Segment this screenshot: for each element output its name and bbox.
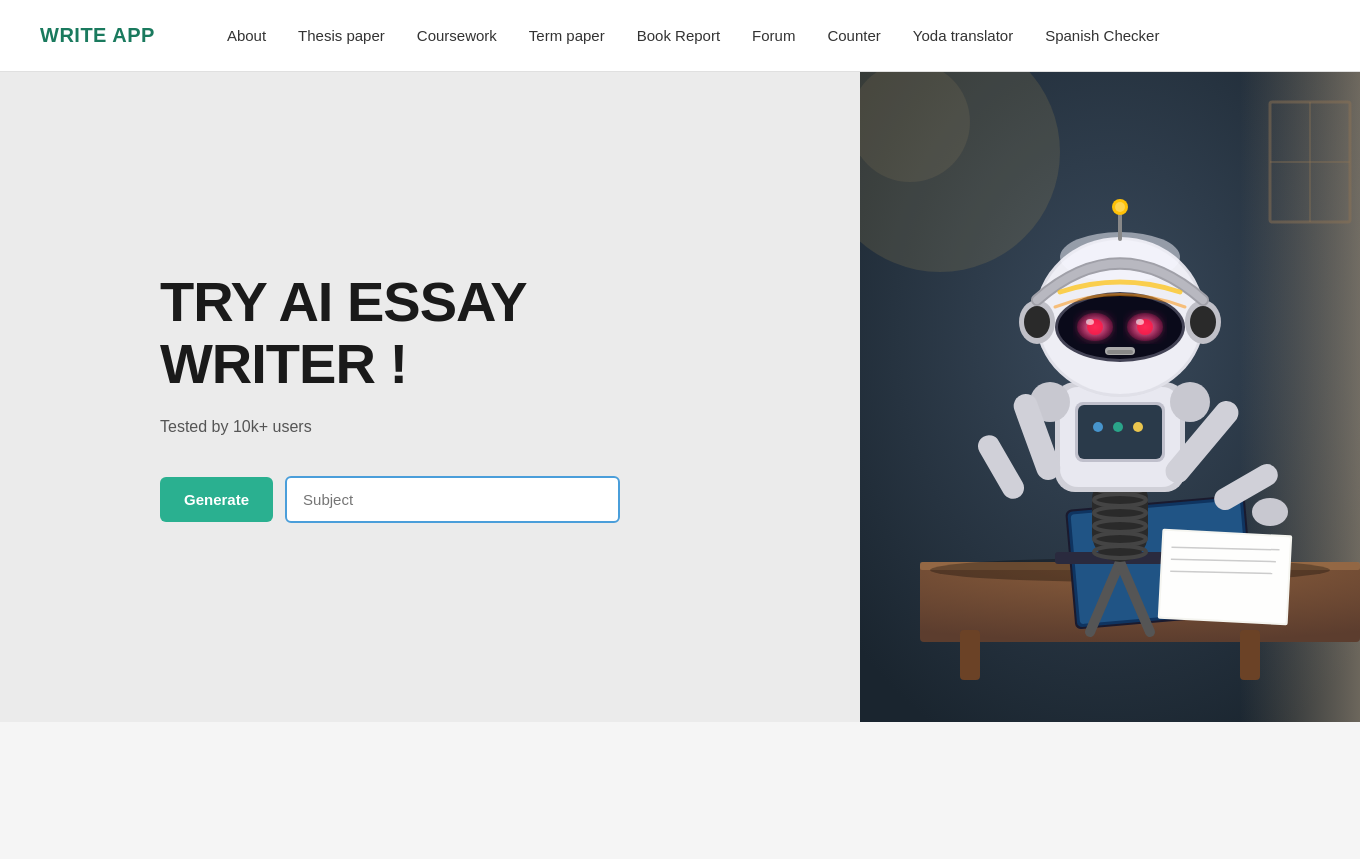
nav-link-book-report[interactable]: Book Report <box>625 21 732 50</box>
svg-point-55 <box>1086 319 1094 325</box>
hero-image <box>860 72 1360 722</box>
nav-link-yoda-translator[interactable]: Yoda translator <box>901 21 1025 50</box>
svg-point-35 <box>1170 382 1210 422</box>
svg-point-46 <box>1024 306 1050 338</box>
bottom-section <box>0 722 1360 852</box>
nav-item-about[interactable]: About <box>215 27 278 45</box>
nav-link-counter[interactable]: Counter <box>815 21 892 50</box>
nav-item-forum[interactable]: Forum <box>740 27 807 45</box>
svg-point-48 <box>1190 306 1216 338</box>
svg-point-61 <box>1115 202 1125 212</box>
robot-illustration <box>860 72 1360 722</box>
svg-rect-63 <box>1240 630 1260 680</box>
nav-item-spanish-checker[interactable]: Spanish Checker <box>1033 27 1171 45</box>
svg-point-33 <box>1133 422 1143 432</box>
nav-item-book-report[interactable]: Book Report <box>625 27 732 45</box>
nav-item-yoda-translator[interactable]: Yoda translator <box>901 27 1025 45</box>
hero-section: TRY AI ESSAY WRITER ! Tested by 10k+ use… <box>0 72 1360 722</box>
nav-link-term-paper[interactable]: Term paper <box>517 21 617 50</box>
subject-input[interactable] <box>285 476 620 523</box>
svg-rect-14 <box>1160 531 1290 623</box>
nav-link-spanish-checker[interactable]: Spanish Checker <box>1033 21 1171 50</box>
nav-item-thesis-paper[interactable]: Thesis paper <box>286 27 397 45</box>
svg-point-56 <box>1136 319 1144 325</box>
svg-rect-58 <box>1107 350 1133 354</box>
generate-button[interactable]: Generate <box>160 477 273 522</box>
nav-link-about[interactable]: About <box>215 21 278 50</box>
brand-logo[interactable]: WRITE APP <box>40 24 155 47</box>
nav-item-term-paper[interactable]: Term paper <box>517 27 617 45</box>
hero-form: Generate <box>160 476 620 523</box>
nav-link-forum[interactable]: Forum <box>740 21 807 50</box>
svg-point-32 <box>1113 422 1123 432</box>
hero-subtitle: Tested by 10k+ users <box>160 418 620 436</box>
hero-title-line2: WRITER ! <box>160 332 407 395</box>
nav-links: About Thesis paper Coursework Term paper… <box>215 27 1172 45</box>
navbar: WRITE APP About Thesis paper Coursework … <box>0 0 1360 72</box>
hero-content: TRY AI ESSAY WRITER ! Tested by 10k+ use… <box>160 271 660 523</box>
robot-svg <box>860 72 1360 722</box>
nav-link-thesis-paper[interactable]: Thesis paper <box>286 21 397 50</box>
svg-rect-30 <box>1078 405 1162 459</box>
nav-item-coursework[interactable]: Coursework <box>405 27 509 45</box>
svg-point-38 <box>1252 498 1288 526</box>
nav-link-coursework[interactable]: Coursework <box>405 21 509 50</box>
nav-item-counter[interactable]: Counter <box>815 27 892 45</box>
svg-point-31 <box>1093 422 1103 432</box>
svg-rect-62 <box>960 630 980 680</box>
hero-title-line1: TRY AI ESSAY <box>160 270 527 333</box>
hero-title: TRY AI ESSAY WRITER ! <box>160 271 620 394</box>
